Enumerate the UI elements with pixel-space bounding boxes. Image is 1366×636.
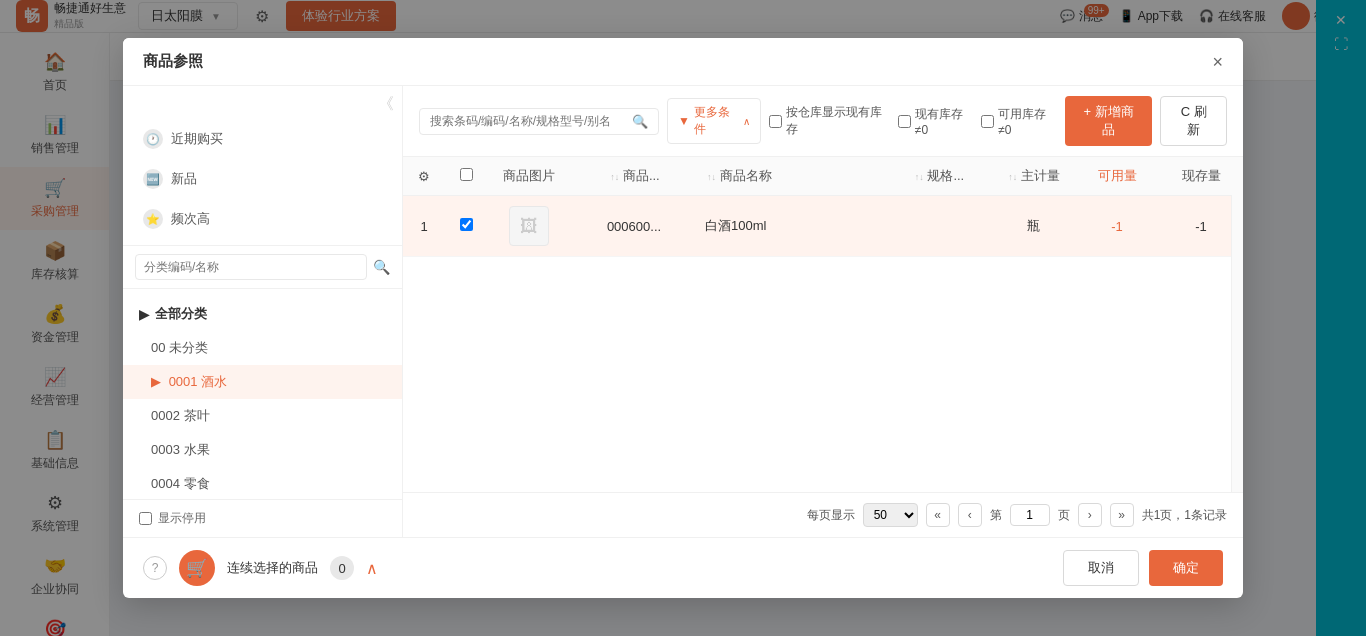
row-code: 000600...	[571, 196, 697, 257]
category-search-input[interactable]	[135, 254, 367, 280]
product-search-box: 🔍	[419, 108, 659, 135]
category-item-snack[interactable]: 0004 零食	[123, 467, 402, 499]
new-products-icon: 🆕	[143, 169, 163, 189]
modal-close-button[interactable]: ×	[1212, 53, 1223, 71]
sort-icon-name: ↑↓	[707, 172, 716, 182]
panel-collapse-button[interactable]: 《	[378, 94, 394, 115]
modal-overlay: 商品参照 × 《 🕐 近期购买 🆕	[0, 0, 1366, 636]
category-expand-icon: ▶	[139, 307, 149, 322]
available-stock-checkbox[interactable]	[981, 115, 994, 128]
cart-button[interactable]: 🛒	[179, 550, 215, 586]
category-item-liquor[interactable]: ▶ 0001 酒水	[123, 365, 402, 399]
sort-icon-unit: ↑↓	[1008, 172, 1017, 182]
modal-footer: ? 🛒 连续选择的商品 0 ∧ 取消 确定	[123, 537, 1243, 598]
category-search-row: 🔍	[123, 246, 402, 289]
row-index: 1	[403, 196, 445, 257]
category-list: ▶ 全部分类 00 未分类 ▶ 0001 酒水 0002 茶叶	[123, 289, 402, 499]
sort-icon-up: ↑↓	[610, 172, 619, 182]
pagination-row: 每页显示 50 10 20 100 « ‹ 第 页 › »	[403, 492, 1243, 537]
tab-recent-purchase[interactable]: 🕐 近期购买	[131, 121, 394, 157]
product-thumbnail: 🖼	[509, 206, 549, 246]
left-panel: 《 🕐 近期购买 🆕 新品 ⭐ 频次高	[123, 86, 403, 537]
page-prev-button[interactable]: ‹	[958, 503, 982, 527]
help-icon[interactable]: ?	[143, 556, 167, 580]
page-size-select[interactable]: 50 10 20 100	[863, 503, 918, 527]
refresh-button[interactable]: C 刷新	[1160, 96, 1227, 146]
table-scrollbar[interactable]	[1231, 157, 1243, 492]
recent-purchase-icon: 🕐	[143, 129, 163, 149]
confirm-button[interactable]: 确定	[1149, 550, 1223, 586]
available-stock-checkbox-label[interactable]: 可用库存≠0	[981, 106, 1056, 137]
high-freq-icon: ⭐	[143, 209, 163, 229]
col-settings[interactable]: ⚙	[403, 157, 445, 196]
col-check[interactable]	[445, 157, 487, 196]
row-name: 白酒100ml	[697, 196, 886, 257]
current-stock-checkbox[interactable]	[898, 115, 911, 128]
modal-body: 《 🕐 近期购买 🆕 新品 ⭐ 频次高	[123, 86, 1243, 537]
col-code-header[interactable]: ↑↓ 商品...	[571, 157, 697, 196]
col-available-header[interactable]: 可用量	[1075, 157, 1159, 196]
product-search-icon[interactable]: 🔍	[632, 114, 648, 129]
continuous-select-label: 连续选择的商品	[227, 559, 318, 577]
page-first-button[interactable]: «	[926, 503, 950, 527]
pagination-total: 共1页，1条记录	[1142, 507, 1227, 524]
table-header-row: ⚙ 商品图片 ↑↓ 商品... ↑↓ 商品名称	[403, 157, 1243, 196]
selected-count-badge: 0	[330, 556, 354, 580]
category-search-icon[interactable]: 🔍	[373, 259, 390, 275]
filter-icon: ▼	[678, 114, 690, 128]
footer-collapse-arrow[interactable]: ∧	[366, 559, 378, 578]
category-item-unclassified[interactable]: 00 未分类	[123, 331, 402, 365]
page-number-input[interactable]	[1010, 504, 1050, 526]
category-all-header[interactable]: ▶ 全部分类	[123, 297, 402, 331]
page-next-button[interactable]: ›	[1078, 503, 1102, 527]
row-available: -1	[1075, 196, 1159, 257]
category-item-fruit[interactable]: 0003 水果	[123, 433, 402, 467]
col-spec-header[interactable]: ↑↓ 规格...	[886, 157, 991, 196]
warehouse-stock-checkbox-label[interactable]: 按仓库显示现有库存	[769, 104, 890, 138]
product-table: ⚙ 商品图片 ↑↓ 商品... ↑↓ 商品名称	[403, 157, 1243, 257]
row-spec	[886, 196, 991, 257]
right-panel: 🔍 ▼ 更多条件 ∧ 按仓库显示现有库存	[403, 86, 1243, 537]
quick-filter-tabs: 《 🕐 近期购买 🆕 新品 ⭐ 频次高	[123, 86, 402, 246]
tab-high-frequency[interactable]: ⭐ 频次高	[131, 201, 394, 237]
toolbar-right: + 新增商品 C 刷新	[1065, 96, 1227, 146]
row-unit: 瓶	[991, 196, 1075, 257]
tab-new-products[interactable]: 🆕 新品	[131, 161, 394, 197]
cancel-button[interactable]: 取消	[1063, 550, 1139, 586]
product-search-input[interactable]	[430, 114, 626, 128]
warehouse-stock-checkbox[interactable]	[769, 115, 782, 128]
more-filter-button[interactable]: ▼ 更多条件 ∧	[667, 98, 761, 144]
add-product-button[interactable]: + 新增商品	[1065, 96, 1153, 146]
row-checkbox[interactable]	[445, 196, 487, 257]
product-reference-modal: 商品参照 × 《 🕐 近期购买 🆕	[123, 38, 1243, 598]
page-last-button[interactable]: »	[1110, 503, 1134, 527]
col-stock-header[interactable]: 现存量	[1159, 157, 1243, 196]
select-all-checkbox[interactable]	[460, 168, 473, 181]
modal-title: 商品参照	[143, 52, 203, 71]
display-disabled-checkbox[interactable]	[139, 512, 152, 525]
display-disabled-row: 显示停用	[123, 499, 402, 537]
row-image: 🖼	[487, 196, 571, 257]
right-toolbar: 🔍 ▼ 更多条件 ∧ 按仓库显示现有库存	[403, 86, 1243, 157]
current-stock-checkbox-label[interactable]: 现有库存≠0	[898, 106, 973, 137]
category-item-tea[interactable]: 0002 茶叶	[123, 399, 402, 433]
sort-icon-spec: ↑↓	[915, 172, 924, 182]
table-row[interactable]: 1 🖼 000600... 白酒100ml	[403, 196, 1243, 257]
col-image-header: 商品图片	[487, 157, 571, 196]
col-unit-header[interactable]: ↑↓ 主计量	[991, 157, 1075, 196]
modal-header: 商品参照 ×	[123, 38, 1243, 86]
footer-actions: 取消 确定	[1063, 550, 1223, 586]
col-name-header[interactable]: ↑↓ 商品名称	[697, 157, 886, 196]
product-table-container: ⚙ 商品图片 ↑↓ 商品... ↑↓ 商品名称	[403, 157, 1243, 492]
